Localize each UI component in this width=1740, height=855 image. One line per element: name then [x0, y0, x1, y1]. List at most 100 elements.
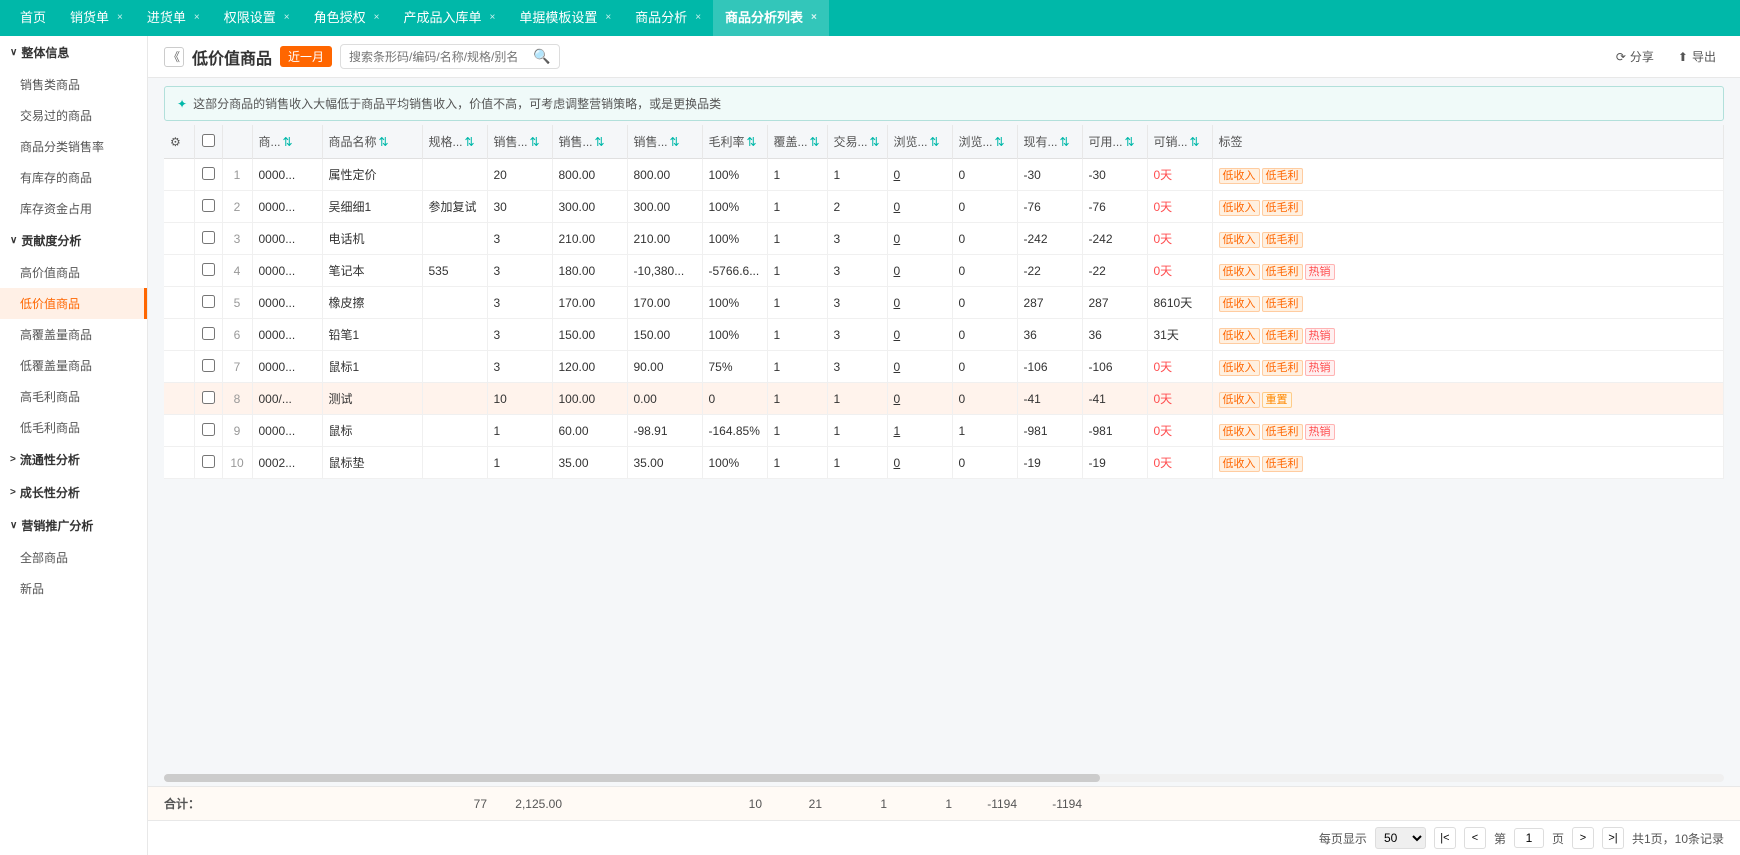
settings-cell: [164, 287, 194, 319]
close-product-warehousing-icon[interactable]: ×: [489, 0, 495, 36]
table-scrollbar[interactable]: [164, 774, 1724, 782]
margin-cell: -5766.6...: [702, 255, 767, 287]
close-role-auth-icon[interactable]: ×: [374, 0, 380, 36]
table-scrollbar-thumb[interactable]: [164, 774, 1100, 782]
cover-cell: 1: [767, 159, 827, 191]
margin-cell: 0: [702, 383, 767, 415]
browse1-cell[interactable]: 0: [887, 319, 952, 351]
close-permissions-icon[interactable]: ×: [284, 0, 290, 36]
search-icon[interactable]: 🔍: [533, 48, 550, 65]
close-sales-order-icon[interactable]: ×: [117, 0, 123, 36]
available-column-header[interactable]: 可用...⇅: [1082, 125, 1147, 159]
search-input[interactable]: [349, 50, 529, 64]
page-size-select[interactable]: 50 20 100: [1375, 827, 1426, 849]
sidebar-item-new-products[interactable]: 新品: [0, 573, 147, 604]
checkbox-cell[interactable]: [194, 415, 222, 447]
share-button[interactable]: ⟳ 分享: [1608, 44, 1662, 69]
sidebar-item-low-value[interactable]: 低价值商品: [0, 288, 147, 319]
settings-cell: [164, 447, 194, 479]
cover-column-header[interactable]: 覆盖...⇅: [767, 125, 827, 159]
sales1-cell: 10: [487, 383, 552, 415]
sellable-column-header[interactable]: 可销...⇅: [1147, 125, 1212, 159]
sidebar-group-growth[interactable]: > 成长性分析: [0, 476, 147, 509]
browse1-cell[interactable]: 0: [887, 191, 952, 223]
current-column-header[interactable]: 现有...⇅: [1017, 125, 1082, 159]
browse1-cell[interactable]: 0: [887, 223, 952, 255]
table-container[interactable]: ⚙ 商...⇅ 商品名称⇅ 规格...⇅ 销售...⇅ 销售...⇅ 销售...…: [148, 125, 1740, 774]
available-cell: 36: [1082, 319, 1147, 351]
sidebar-item-inventory-funds[interactable]: 库存资金占用: [0, 193, 147, 224]
nav-product-analysis-list[interactable]: 商品分析列表 ×: [713, 0, 829, 36]
margin-column-header[interactable]: 毛利率⇅: [702, 125, 767, 159]
spec-column-header[interactable]: 规格...⇅: [422, 125, 487, 159]
nav-home[interactable]: 首页: [8, 0, 58, 36]
sidebar-group-contribution[interactable]: ∨ 贡献度分析: [0, 224, 147, 257]
nav-sales-order[interactable]: 销货单 ×: [58, 0, 135, 36]
checkbox-cell[interactable]: [194, 383, 222, 415]
checkbox-cell[interactable]: [194, 319, 222, 351]
first-page-button[interactable]: |<: [1434, 827, 1456, 849]
browse1-cell[interactable]: 0: [887, 255, 952, 287]
browse1-cell[interactable]: 0: [887, 447, 952, 479]
sidebar-group-overall[interactable]: ∨ 整体信息: [0, 36, 147, 69]
sales1-column-header[interactable]: 销售...⇅: [487, 125, 552, 159]
sidebar-item-all-products[interactable]: 全部商品: [0, 542, 147, 573]
nav-template-settings[interactable]: 单据模板设置 ×: [507, 0, 623, 36]
sidebar-item-low-coverage[interactable]: 低覆盖量商品: [0, 350, 147, 381]
sales3-cell: 210.00: [627, 223, 702, 255]
last-page-button[interactable]: >|: [1602, 827, 1624, 849]
close-template-settings-icon[interactable]: ×: [605, 0, 611, 36]
name-column-header[interactable]: 商品名称⇅: [322, 125, 422, 159]
sidebar-item-inventory-products[interactable]: 有库存的商品: [0, 162, 147, 193]
export-button[interactable]: ⬆ 导出: [1670, 44, 1724, 69]
sidebar-item-traded-products[interactable]: 交易过的商品: [0, 100, 147, 131]
sidebar-item-low-margin[interactable]: 低毛利商品: [0, 412, 147, 443]
sidebar-item-high-coverage[interactable]: 高覆盖量商品: [0, 319, 147, 350]
sidebar-item-high-value[interactable]: 高价值商品: [0, 257, 147, 288]
nav-purchase-order[interactable]: 进货单 ×: [135, 0, 212, 36]
table-row: 4 0000... 笔记本 535 3 180.00 -10,380... -5…: [164, 255, 1724, 287]
nav-product-analysis[interactable]: 商品分析 ×: [623, 0, 713, 36]
checkbox-cell[interactable]: [194, 447, 222, 479]
browse2-column-header[interactable]: 浏览...⇅: [952, 125, 1017, 159]
page-input[interactable]: [1514, 828, 1544, 848]
sidebar-item-sales-products[interactable]: 销售类商品: [0, 69, 147, 100]
next-page-button[interactable]: >: [1572, 827, 1594, 849]
nav-role-auth[interactable]: 角色授权 ×: [302, 0, 392, 36]
browse1-cell[interactable]: 0: [887, 159, 952, 191]
time-tag-button[interactable]: 近一月: [280, 46, 332, 67]
code-column-header[interactable]: 商...⇅: [252, 125, 322, 159]
sidebar-group-liquidity[interactable]: > 流通性分析: [0, 443, 147, 476]
checkbox-cell[interactable]: [194, 191, 222, 223]
settings-column-header[interactable]: ⚙: [164, 125, 194, 159]
close-product-analysis-icon[interactable]: ×: [695, 0, 701, 36]
checkbox-cell[interactable]: [194, 351, 222, 383]
checkbox-column-header[interactable]: [194, 125, 222, 159]
browse1-column-header[interactable]: 浏览...⇅: [887, 125, 952, 159]
browse1-cell[interactable]: 0: [887, 287, 952, 319]
checkbox-cell[interactable]: [194, 159, 222, 191]
nav-product-warehousing[interactable]: 产成品入库单 ×: [391, 0, 507, 36]
sales3-column-header[interactable]: 销售...⇅: [627, 125, 702, 159]
browse1-cell[interactable]: 0: [887, 383, 952, 415]
tags-cell: 低收入重置: [1212, 383, 1724, 415]
browse1-cell[interactable]: 0: [887, 351, 952, 383]
sidebar-item-category-sales-rate[interactable]: 商品分类销售率: [0, 131, 147, 162]
close-purchase-order-icon[interactable]: ×: [194, 0, 200, 36]
browse1-cell[interactable]: 1: [887, 415, 952, 447]
checkbox-cell[interactable]: [194, 255, 222, 287]
top-navigation: 首页 销货单 × 进货单 × 权限设置 × 角色授权 × 产成品入库单 × 单据…: [0, 0, 1740, 36]
checkbox-cell[interactable]: [194, 223, 222, 255]
prev-page-button[interactable]: <: [1464, 827, 1486, 849]
select-all-checkbox[interactable]: [202, 134, 215, 147]
sidebar-group-marketing[interactable]: ∨ 营销推广分析: [0, 509, 147, 542]
checkbox-cell[interactable]: [194, 287, 222, 319]
sidebar-item-high-margin[interactable]: 高毛利商品: [0, 381, 147, 412]
trade-column-header[interactable]: 交易...⇅: [827, 125, 887, 159]
sales2-column-header[interactable]: 销售...⇅: [552, 125, 627, 159]
spec-cell: [422, 447, 487, 479]
nav-permissions[interactable]: 权限设置 ×: [212, 0, 302, 36]
close-product-analysis-list-icon[interactable]: ×: [811, 0, 817, 36]
collapse-button[interactable]: 《: [164, 47, 184, 67]
days-cell: 0天: [1147, 159, 1212, 191]
